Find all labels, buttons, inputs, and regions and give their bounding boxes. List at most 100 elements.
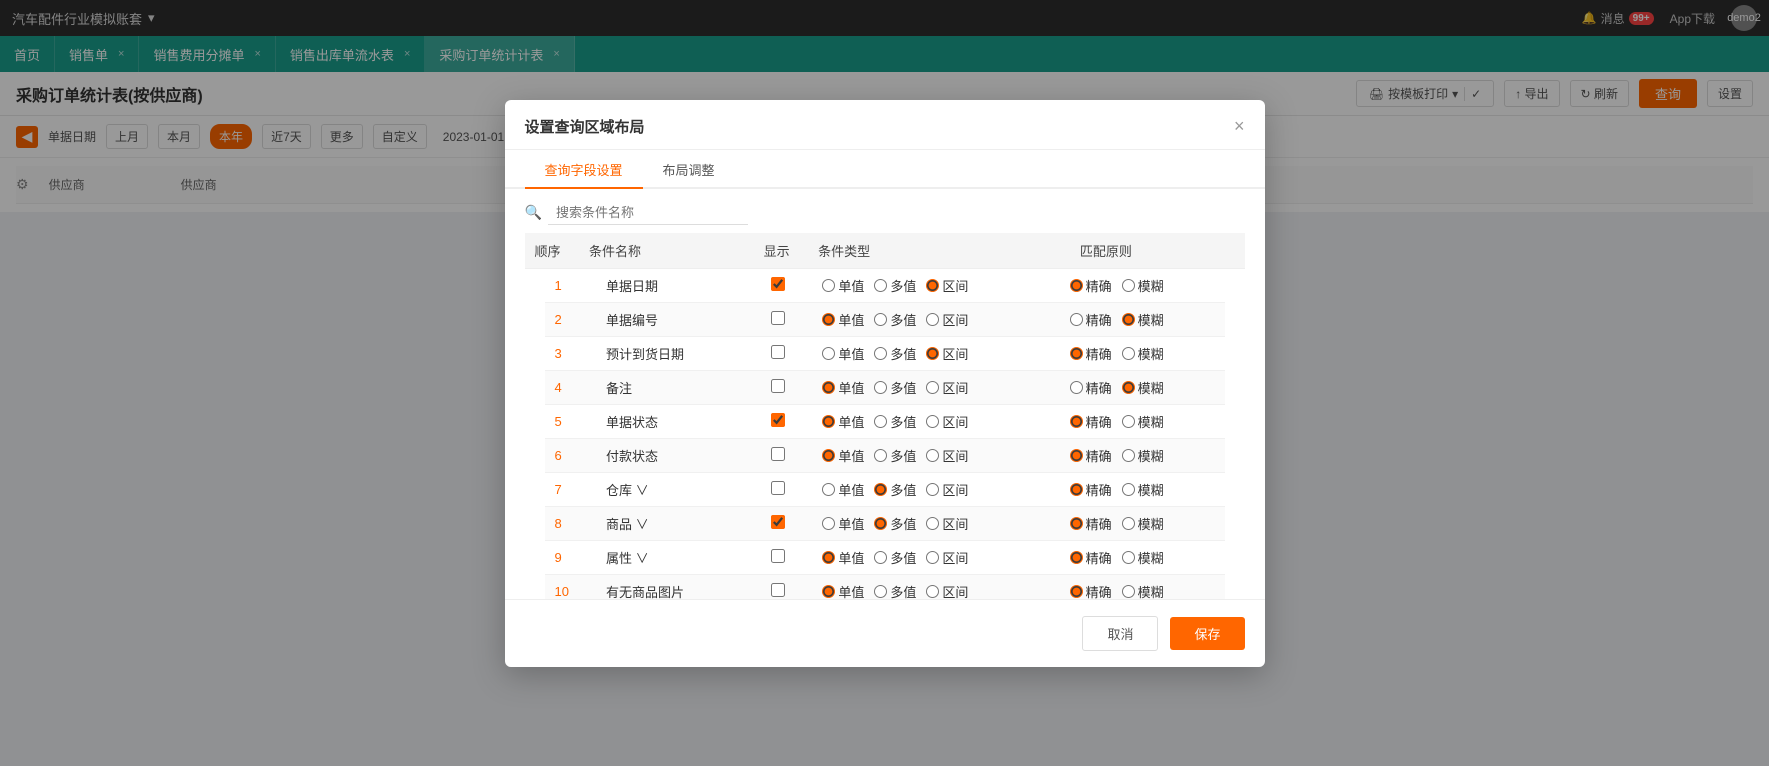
radio-type-多值[interactable]: 多值 — [874, 276, 916, 295]
radio-type-多值[interactable]: 多值 — [874, 548, 916, 567]
cell-name: 仓库 ∨ — [596, 472, 761, 506]
radio-type-多值[interactable]: 多值 — [874, 310, 916, 329]
display-checkbox[interactable] — [771, 583, 785, 597]
cell-order: 3 — [545, 336, 597, 370]
cell-match: 精确模糊 — [1060, 506, 1225, 540]
cell-name: 单据编号 — [596, 302, 761, 336]
table-row: 5单据状态单值多值区间精确模糊 — [545, 404, 1225, 438]
radio-match-模糊[interactable]: 模糊 — [1122, 344, 1164, 363]
radio-type-单值[interactable]: 单值 — [822, 310, 864, 329]
table-row: 8商品 ∨单值多值区间精确模糊 — [545, 506, 1225, 540]
radio-type-单值[interactable]: 单值 — [822, 548, 864, 567]
cell-display — [761, 269, 813, 303]
tab-query-fields[interactable]: 查询字段设置 — [525, 150, 643, 189]
radio-type-区间[interactable]: 区间 — [926, 310, 968, 329]
radio-type-区间[interactable]: 区间 — [926, 480, 968, 499]
radio-type-区间[interactable]: 区间 — [926, 548, 968, 567]
th-order: 顺序 — [525, 233, 580, 269]
th-match: 匹配原则 — [1070, 233, 1245, 269]
radio-match-精确[interactable]: 精确 — [1070, 310, 1112, 329]
radio-match-模糊[interactable]: 模糊 — [1122, 310, 1164, 329]
radio-type-单值[interactable]: 单值 — [822, 412, 864, 431]
search-bar: 🔍 — [505, 189, 1265, 233]
settings-dialog: 设置查询区域布局 × 查询字段设置 布局调整 🔍 顺序 条件名称 显示 — [505, 100, 1265, 667]
radio-type-单值[interactable]: 单值 — [822, 378, 864, 397]
cell-match: 精确模糊 — [1060, 472, 1225, 506]
cell-match: 精确模糊 — [1060, 404, 1225, 438]
radio-type-单值[interactable]: 单值 — [822, 514, 864, 533]
radio-type-区间[interactable]: 区间 — [926, 514, 968, 533]
display-checkbox[interactable] — [771, 311, 785, 325]
radio-type-多值[interactable]: 多值 — [874, 480, 916, 499]
cell-display — [761, 404, 813, 438]
radio-match-模糊[interactable]: 模糊 — [1122, 582, 1164, 599]
dialog-overlay: 设置查询区域布局 × 查询字段设置 布局调整 🔍 顺序 条件名称 显示 — [0, 0, 1769, 766]
radio-type-多值[interactable]: 多值 — [874, 446, 916, 465]
radio-match-精确[interactable]: 精确 — [1070, 480, 1112, 499]
dialog-header: 设置查询区域布局 × — [505, 100, 1265, 150]
display-checkbox[interactable] — [771, 277, 785, 291]
radio-type-单值[interactable]: 单值 — [822, 276, 864, 295]
cell-type: 单值多值区间 — [812, 574, 1059, 599]
search-input[interactable] — [548, 201, 748, 225]
th-type: 条件类型 — [808, 233, 1070, 269]
radio-type-多值[interactable]: 多值 — [874, 514, 916, 533]
cell-name: 属性 ∨ — [596, 540, 761, 574]
radio-match-精确[interactable]: 精确 — [1070, 514, 1112, 533]
radio-type-单值[interactable]: 单值 — [822, 344, 864, 363]
save-button[interactable]: 保存 — [1170, 617, 1244, 650]
radio-type-区间[interactable]: 区间 — [926, 344, 968, 363]
dialog-footer: 取消 保存 — [505, 599, 1265, 667]
radio-match-模糊[interactable]: 模糊 — [1122, 548, 1164, 567]
cell-name: 备注 — [596, 370, 761, 404]
radio-match-模糊[interactable]: 模糊 — [1122, 446, 1164, 465]
dialog-close-button[interactable]: × — [1234, 117, 1245, 135]
radio-match-精确[interactable]: 精确 — [1070, 276, 1112, 295]
cell-match: 精确模糊 — [1060, 302, 1225, 336]
radio-type-多值[interactable]: 多值 — [874, 412, 916, 431]
radio-type-多值[interactable]: 多值 — [874, 582, 916, 599]
cell-display — [761, 336, 813, 370]
radio-match-精确[interactable]: 精确 — [1070, 548, 1112, 567]
display-checkbox[interactable] — [771, 379, 785, 393]
radio-type-单值[interactable]: 单值 — [822, 582, 864, 599]
radio-match-精确[interactable]: 精确 — [1070, 446, 1112, 465]
radio-type-区间[interactable]: 区间 — [926, 582, 968, 599]
radio-match-模糊[interactable]: 模糊 — [1122, 480, 1164, 499]
radio-type-区间[interactable]: 区间 — [926, 378, 968, 397]
tab-layout-label: 布局调整 — [663, 163, 715, 178]
display-checkbox[interactable] — [771, 481, 785, 495]
display-checkbox[interactable] — [771, 413, 785, 427]
display-checkbox[interactable] — [771, 549, 785, 563]
radio-type-多值[interactable]: 多值 — [874, 378, 916, 397]
radio-type-区间[interactable]: 区间 — [926, 412, 968, 431]
radio-match-模糊[interactable]: 模糊 — [1122, 378, 1164, 397]
cell-type: 单值多值区间 — [812, 540, 1059, 574]
radio-match-模糊[interactable]: 模糊 — [1122, 514, 1164, 533]
radio-match-模糊[interactable]: 模糊 — [1122, 412, 1164, 431]
radio-type-区间[interactable]: 区间 — [926, 276, 968, 295]
radio-type-区间[interactable]: 区间 — [926, 446, 968, 465]
table-row: 7仓库 ∨单值多值区间精确模糊 — [545, 472, 1225, 506]
radio-match-精确[interactable]: 精确 — [1070, 582, 1112, 599]
table-row: 2单据编号单值多值区间精确模糊 — [545, 302, 1225, 336]
cell-order: 4 — [545, 370, 597, 404]
cell-type: 单值多值区间 — [812, 404, 1059, 438]
tab-layout[interactable]: 布局调整 — [643, 150, 735, 189]
radio-match-精确[interactable]: 精确 — [1070, 344, 1112, 363]
radio-type-多值[interactable]: 多值 — [874, 344, 916, 363]
display-checkbox[interactable] — [771, 447, 785, 461]
cell-match: 精确模糊 — [1060, 336, 1225, 370]
cell-type: 单值多值区间 — [812, 506, 1059, 540]
radio-match-精确[interactable]: 精确 — [1070, 412, 1112, 431]
cell-name: 预计到货日期 — [596, 336, 761, 370]
display-checkbox[interactable] — [771, 345, 785, 359]
display-checkbox[interactable] — [771, 515, 785, 529]
radio-match-模糊[interactable]: 模糊 — [1122, 276, 1164, 295]
radio-type-单值[interactable]: 单值 — [822, 480, 864, 499]
cell-display — [761, 574, 813, 599]
cell-display — [761, 540, 813, 574]
radio-type-单值[interactable]: 单值 — [822, 446, 864, 465]
radio-match-精确[interactable]: 精确 — [1070, 378, 1112, 397]
cancel-button[interactable]: 取消 — [1082, 616, 1158, 651]
